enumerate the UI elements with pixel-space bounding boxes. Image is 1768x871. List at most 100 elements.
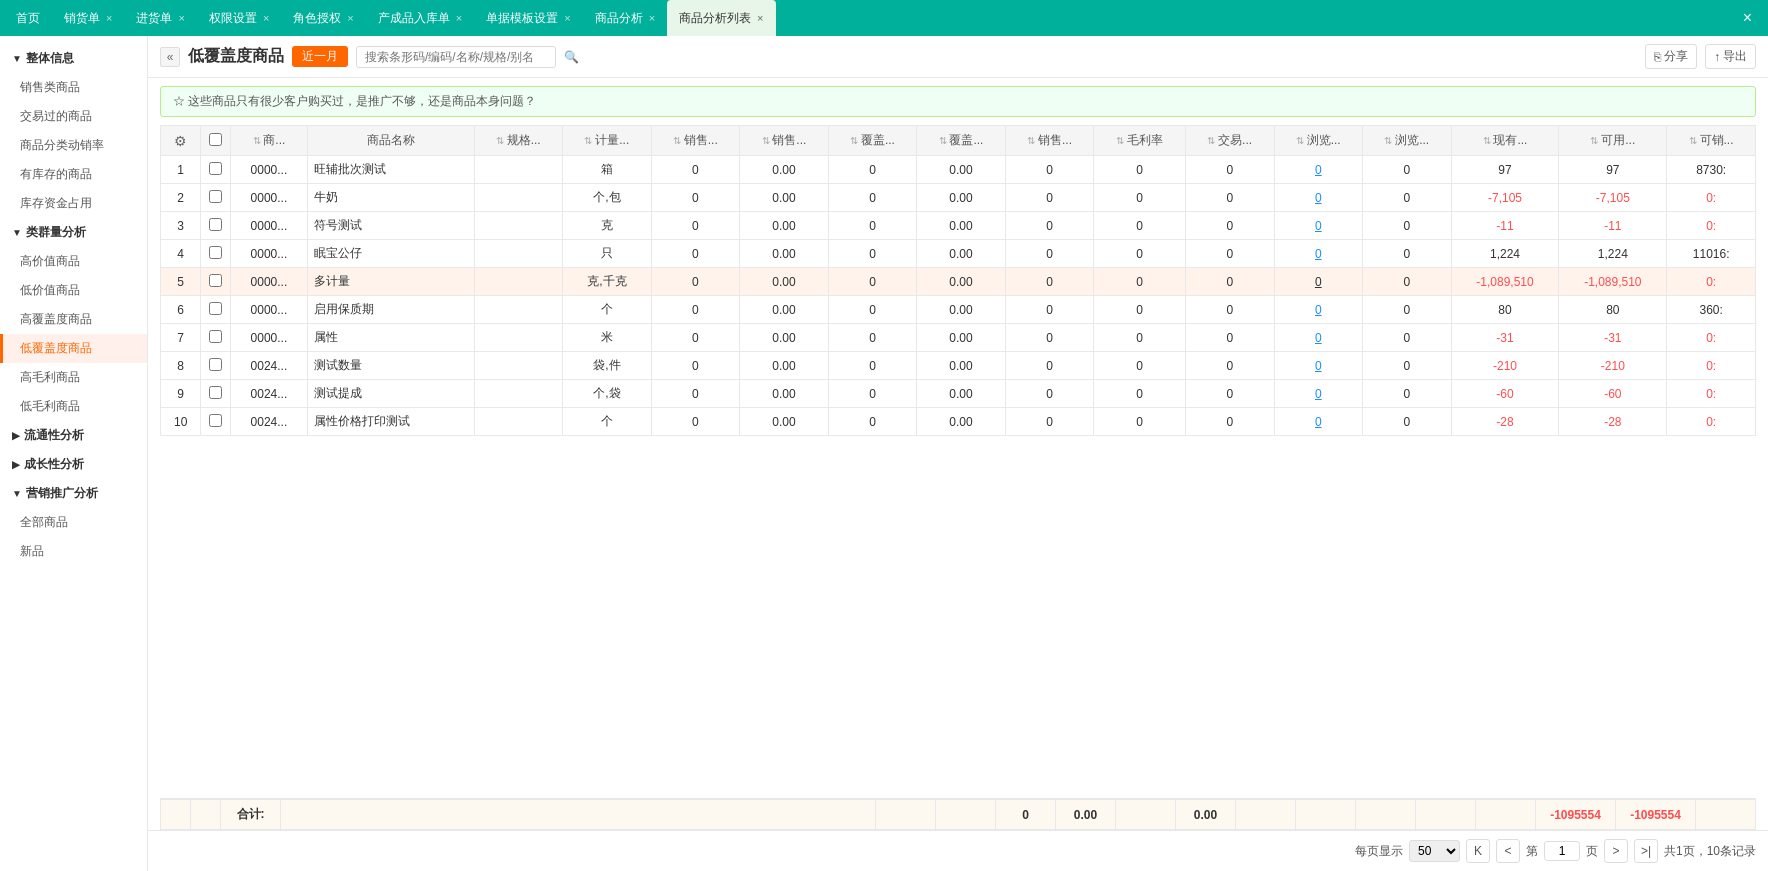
close-all-button[interactable]: ×: [1731, 9, 1764, 27]
tab-product-warehouse[interactable]: 产成品入库单 ×: [366, 0, 474, 36]
sidebar-group-header-marketing[interactable]: ▼ 营销推广分析: [0, 479, 147, 508]
unit-column-header[interactable]: 计量...: [563, 126, 652, 156]
search-icon[interactable]: 🔍: [564, 50, 579, 64]
select-all-checkbox[interactable]: [209, 133, 222, 146]
sidebar-item-all-goods[interactable]: 全部商品: [0, 508, 147, 537]
sidebar-item-low-coverage[interactable]: 低覆盖度商品: [0, 334, 147, 363]
sidebar-item-high-coverage[interactable]: 高覆盖度商品: [0, 305, 147, 334]
sidebar-item-stocked-goods[interactable]: 有库存的商品: [0, 160, 147, 189]
code-column-header[interactable]: 商...: [231, 126, 307, 156]
cover2-column-header[interactable]: 覆盖...: [917, 126, 1006, 156]
checkbox-column-header[interactable]: [201, 126, 231, 156]
sidebar-item-high-value[interactable]: 高价值商品: [0, 247, 147, 276]
sidebar-item-high-margin[interactable]: 高毛利商品: [0, 363, 147, 392]
close-icon[interactable]: ×: [263, 12, 269, 24]
tab-product-analysis[interactable]: 商品分析 ×: [583, 0, 667, 36]
tab-template-settings[interactable]: 单据模板设置 ×: [474, 0, 582, 36]
tab-permissions[interactable]: 权限设置 ×: [197, 0, 281, 36]
close-icon[interactable]: ×: [649, 12, 655, 24]
tab-home[interactable]: 首页: [4, 0, 52, 36]
current-column-header[interactable]: 现有...: [1451, 126, 1559, 156]
last-page-button[interactable]: >|: [1634, 839, 1658, 863]
row-browse1[interactable]: 0: [1274, 352, 1363, 380]
row-checkbox[interactable]: [201, 184, 231, 212]
row-select-checkbox[interactable]: [209, 190, 222, 203]
row-checkbox[interactable]: [201, 212, 231, 240]
name-column-header[interactable]: 商品名称: [307, 126, 474, 156]
share-button[interactable]: ⎘ 分享: [1645, 44, 1697, 69]
row-select-checkbox[interactable]: [209, 218, 222, 231]
row-checkbox[interactable]: [201, 352, 231, 380]
close-icon[interactable]: ×: [564, 12, 570, 24]
tab-purchase-order[interactable]: 进货单 ×: [124, 0, 196, 36]
tab-product-analysis-list[interactable]: 商品分析列表 ×: [667, 0, 775, 36]
row-browse1[interactable]: 0: [1274, 408, 1363, 436]
gross-column-header[interactable]: 毛利率: [1094, 126, 1186, 156]
row-select-checkbox[interactable]: [209, 162, 222, 175]
first-page-button[interactable]: K: [1466, 839, 1490, 863]
trade-column-header[interactable]: 交易...: [1185, 126, 1274, 156]
row-browse1[interactable]: 0: [1274, 156, 1363, 184]
sellable-column-header[interactable]: 可销...: [1667, 126, 1756, 156]
sidebar-group-header-liquidity[interactable]: ▶ 流通性分析: [0, 421, 147, 450]
close-icon[interactable]: ×: [178, 12, 184, 24]
tab-role-auth[interactable]: 角色授权 ×: [281, 0, 365, 36]
sidebar-item-inventory-capital[interactable]: 库存资金占用: [0, 189, 147, 218]
row-browse1[interactable]: 0: [1274, 240, 1363, 268]
row-select-checkbox[interactable]: [209, 358, 222, 371]
per-page-select[interactable]: 50 20 100 200: [1409, 840, 1460, 862]
row-checkbox[interactable]: [201, 296, 231, 324]
prev-page-button[interactable]: <: [1496, 839, 1520, 863]
available-column-header[interactable]: 可用...: [1559, 126, 1667, 156]
sidebar-item-low-value[interactable]: 低价值商品: [0, 276, 147, 305]
row-browse1[interactable]: 0: [1274, 184, 1363, 212]
settings-icon[interactable]: ⚙: [174, 133, 187, 149]
sales1-column-header[interactable]: 销售...: [651, 126, 740, 156]
collapse-button[interactable]: «: [160, 47, 180, 67]
table-wrapper[interactable]: ⚙ 商... 商品名称 规格... 计量... 销售... 销售... 覆盖..…: [160, 125, 1756, 798]
sidebar-item-sales-goods[interactable]: 销售类商品: [0, 73, 147, 102]
search-input[interactable]: [356, 46, 556, 68]
sales3-column-header[interactable]: 销售...: [1005, 126, 1094, 156]
row-select-checkbox[interactable]: [209, 274, 222, 287]
row-checkbox[interactable]: [201, 156, 231, 184]
row-browse1[interactable]: 0: [1274, 324, 1363, 352]
date-filter-button[interactable]: 近一月: [292, 46, 348, 67]
sidebar-item-new-goods[interactable]: 新品: [0, 537, 147, 566]
sidebar-item-traded-goods[interactable]: 交易过的商品: [0, 102, 147, 131]
close-icon[interactable]: ×: [456, 12, 462, 24]
sidebar-group-header-growth[interactable]: ▶ 成长性分析: [0, 450, 147, 479]
close-icon[interactable]: ×: [347, 12, 353, 24]
close-icon[interactable]: ×: [106, 12, 112, 24]
row-browse1[interactable]: 0: [1274, 380, 1363, 408]
row-select-checkbox[interactable]: [209, 386, 222, 399]
row-browse1[interactable]: 0: [1274, 296, 1363, 324]
row-unit: 箱: [563, 156, 652, 184]
row-select-checkbox[interactable]: [209, 330, 222, 343]
page-number-input[interactable]: [1544, 841, 1580, 861]
row-checkbox[interactable]: [201, 324, 231, 352]
close-icon[interactable]: ×: [757, 12, 763, 24]
next-page-button[interactable]: >: [1604, 839, 1628, 863]
row-browse1[interactable]: 0: [1274, 268, 1363, 296]
sidebar-group-header-overall[interactable]: ▼ 整体信息: [0, 44, 147, 73]
settings-column-header[interactable]: ⚙: [161, 126, 201, 156]
sales2-column-header[interactable]: 销售...: [740, 126, 829, 156]
sidebar-group-header-cluster[interactable]: ▼ 类群量分析: [0, 218, 147, 247]
browse1-column-header[interactable]: 浏览...: [1274, 126, 1363, 156]
sidebar-item-low-margin[interactable]: 低毛利商品: [0, 392, 147, 421]
sidebar-item-category-rate[interactable]: 商品分类动销率: [0, 131, 147, 160]
row-checkbox[interactable]: [201, 380, 231, 408]
row-select-checkbox[interactable]: [209, 246, 222, 259]
tab-sales-order[interactable]: 销货单 ×: [52, 0, 124, 36]
row-select-checkbox[interactable]: [209, 302, 222, 315]
row-browse1[interactable]: 0: [1274, 212, 1363, 240]
row-checkbox[interactable]: [201, 268, 231, 296]
browse2-column-header[interactable]: 浏览...: [1363, 126, 1452, 156]
row-checkbox[interactable]: [201, 240, 231, 268]
export-button[interactable]: ↑ 导出: [1705, 44, 1756, 69]
cover1-column-header[interactable]: 覆盖...: [828, 126, 917, 156]
spec-column-header[interactable]: 规格...: [474, 126, 563, 156]
row-checkbox[interactable]: [201, 408, 231, 436]
row-select-checkbox[interactable]: [209, 414, 222, 427]
